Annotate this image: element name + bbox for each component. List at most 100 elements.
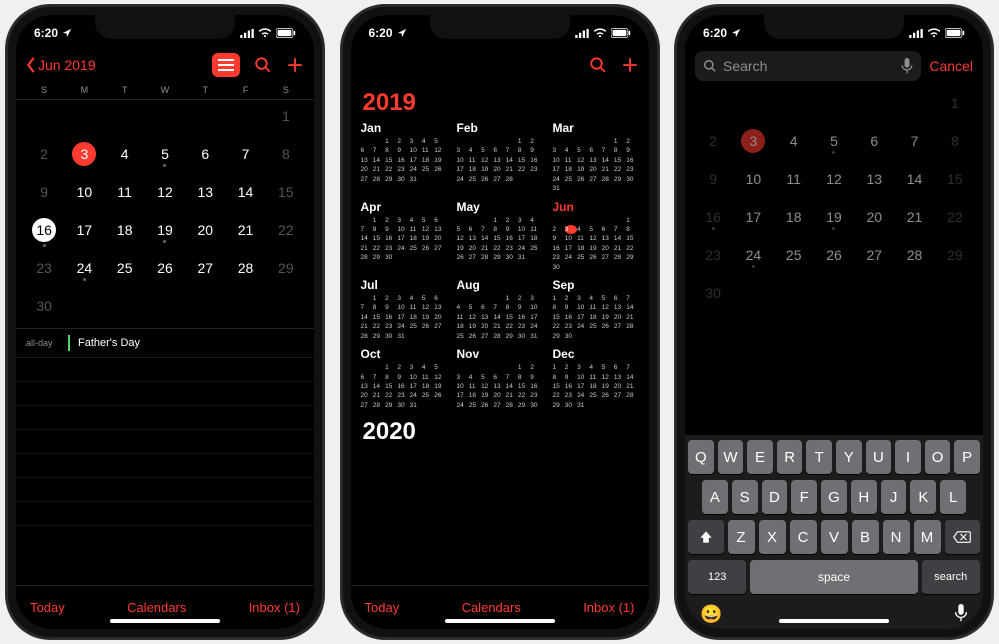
today-button[interactable]: Today: [30, 600, 65, 615]
home-indicator[interactable]: [779, 619, 889, 623]
day-cell[interactable]: 9: [24, 176, 64, 214]
day-cell[interactable]: 27: [854, 239, 894, 277]
day-cell[interactable]: 13: [854, 163, 894, 201]
key-d[interactable]: D: [762, 480, 788, 514]
search-key[interactable]: search: [922, 560, 980, 594]
day-cell[interactable]: 26: [814, 239, 854, 277]
day-cell[interactable]: 19: [814, 201, 854, 239]
day-cell[interactable]: 12: [814, 163, 854, 201]
mic-icon[interactable]: [901, 58, 913, 74]
key-b[interactable]: B: [852, 520, 879, 554]
mini-month[interactable]: Aug0000123456789101112131415161718192021…: [457, 278, 543, 341]
day-cell[interactable]: 5: [814, 125, 854, 163]
day-cell[interactable]: 5: [145, 138, 185, 176]
day-cell[interactable]: 23: [693, 239, 733, 277]
key-n[interactable]: N: [883, 520, 910, 554]
day-cell[interactable]: 3: [64, 138, 104, 176]
home-indicator[interactable]: [110, 619, 220, 623]
key-u[interactable]: U: [866, 440, 892, 474]
day-cell[interactable]: 20: [854, 201, 894, 239]
day-cell[interactable]: 10: [64, 176, 104, 214]
day-cell[interactable]: 8: [266, 138, 306, 176]
day-cell[interactable]: 3: [733, 125, 773, 163]
day-cell[interactable]: 19: [145, 214, 185, 252]
day-cell[interactable]: 28: [225, 252, 265, 290]
mini-month[interactable]: Jun0000001234567891011121314151617181920…: [553, 200, 639, 273]
key-q[interactable]: Q: [688, 440, 714, 474]
day-cell[interactable]: 15: [266, 176, 306, 214]
list-view-button[interactable]: [212, 53, 240, 77]
day-cell[interactable]: 2: [693, 125, 733, 163]
add-button[interactable]: [286, 56, 304, 74]
mini-month[interactable]: Nov0000012345678910111213141516171819202…: [457, 347, 543, 410]
key-t[interactable]: T: [806, 440, 832, 474]
day-cell[interactable]: 17: [64, 214, 104, 252]
day-cell[interactable]: 7: [225, 138, 265, 176]
day-cell[interactable]: 22: [266, 214, 306, 252]
key-y[interactable]: Y: [836, 440, 862, 474]
day-cell[interactable]: 8: [935, 125, 975, 163]
day-cell[interactable]: 18: [105, 214, 145, 252]
event-row[interactable]: all-day Father's Day: [16, 329, 314, 358]
search-button[interactable]: [589, 56, 607, 74]
key-g[interactable]: G: [821, 480, 847, 514]
space-key[interactable]: space: [750, 560, 917, 594]
day-cell[interactable]: 16: [693, 201, 733, 239]
calendars-button[interactable]: Calendars: [462, 600, 521, 615]
mini-month[interactable]: Jan0012345678910111213141516171819202122…: [361, 121, 447, 194]
key-r[interactable]: R: [777, 440, 803, 474]
add-button[interactable]: [621, 56, 639, 74]
inbox-button[interactable]: Inbox (1): [249, 600, 300, 615]
shift-key[interactable]: [688, 520, 724, 554]
search-button[interactable]: [254, 56, 272, 74]
day-cell[interactable]: 4: [105, 138, 145, 176]
day-cell[interactable]: 11: [774, 163, 814, 201]
key-p[interactable]: P: [954, 440, 980, 474]
numbers-key[interactable]: 123: [688, 560, 746, 594]
key-i[interactable]: I: [895, 440, 921, 474]
day-cell[interactable]: 25: [105, 252, 145, 290]
key-s[interactable]: S: [732, 480, 758, 514]
day-cell[interactable]: 9: [693, 163, 733, 201]
dictation-key[interactable]: [954, 604, 968, 622]
key-e[interactable]: E: [747, 440, 773, 474]
cancel-button[interactable]: Cancel: [929, 58, 973, 74]
mini-month[interactable]: Dec1234567891011121314151617181920212223…: [553, 347, 639, 410]
home-indicator[interactable]: [445, 619, 555, 623]
day-cell[interactable]: 1: [266, 100, 306, 138]
delete-key[interactable]: [945, 520, 981, 554]
day-cell[interactable]: 16: [24, 214, 64, 252]
search-input[interactable]: Search: [695, 51, 921, 81]
key-m[interactable]: M: [914, 520, 941, 554]
key-o[interactable]: O: [925, 440, 951, 474]
mini-month[interactable]: Sep1234567891011121314151617181920212223…: [553, 278, 639, 341]
day-cell[interactable]: 25: [774, 239, 814, 277]
mini-month[interactable]: Jul0123456789101112131415161718192021222…: [361, 278, 447, 341]
day-cell[interactable]: 24: [733, 239, 773, 277]
day-cell[interactable]: 28: [894, 239, 934, 277]
day-cell[interactable]: 14: [225, 176, 265, 214]
key-f[interactable]: F: [791, 480, 817, 514]
key-v[interactable]: V: [821, 520, 848, 554]
mini-month[interactable]: Apr0123456789101112131415161718192021222…: [361, 200, 447, 273]
day-cell[interactable]: 30: [24, 290, 64, 328]
day-cell[interactable]: 29: [935, 239, 975, 277]
day-cell[interactable]: 27: [185, 252, 225, 290]
mini-month[interactable]: Feb0000012345678910111213141516171819202…: [457, 121, 543, 194]
day-cell[interactable]: 18: [774, 201, 814, 239]
today-button[interactable]: Today: [365, 600, 400, 615]
day-cell[interactable]: 11: [105, 176, 145, 214]
day-cell[interactable]: 7: [894, 125, 934, 163]
key-w[interactable]: W: [718, 440, 744, 474]
day-cell[interactable]: 26: [145, 252, 185, 290]
mini-month[interactable]: Mar0000012345678910111213141516171819202…: [553, 121, 639, 194]
mini-month[interactable]: May0001234567891011121314151617181920212…: [457, 200, 543, 273]
key-l[interactable]: L: [940, 480, 966, 514]
day-cell[interactable]: 1: [935, 87, 975, 125]
key-a[interactable]: A: [702, 480, 728, 514]
day-cell[interactable]: 24: [64, 252, 104, 290]
key-j[interactable]: J: [881, 480, 907, 514]
day-cell[interactable]: 6: [854, 125, 894, 163]
key-h[interactable]: H: [851, 480, 877, 514]
year-scroll[interactable]: 2019 Jan00123456789101112131415161718192…: [351, 83, 649, 585]
